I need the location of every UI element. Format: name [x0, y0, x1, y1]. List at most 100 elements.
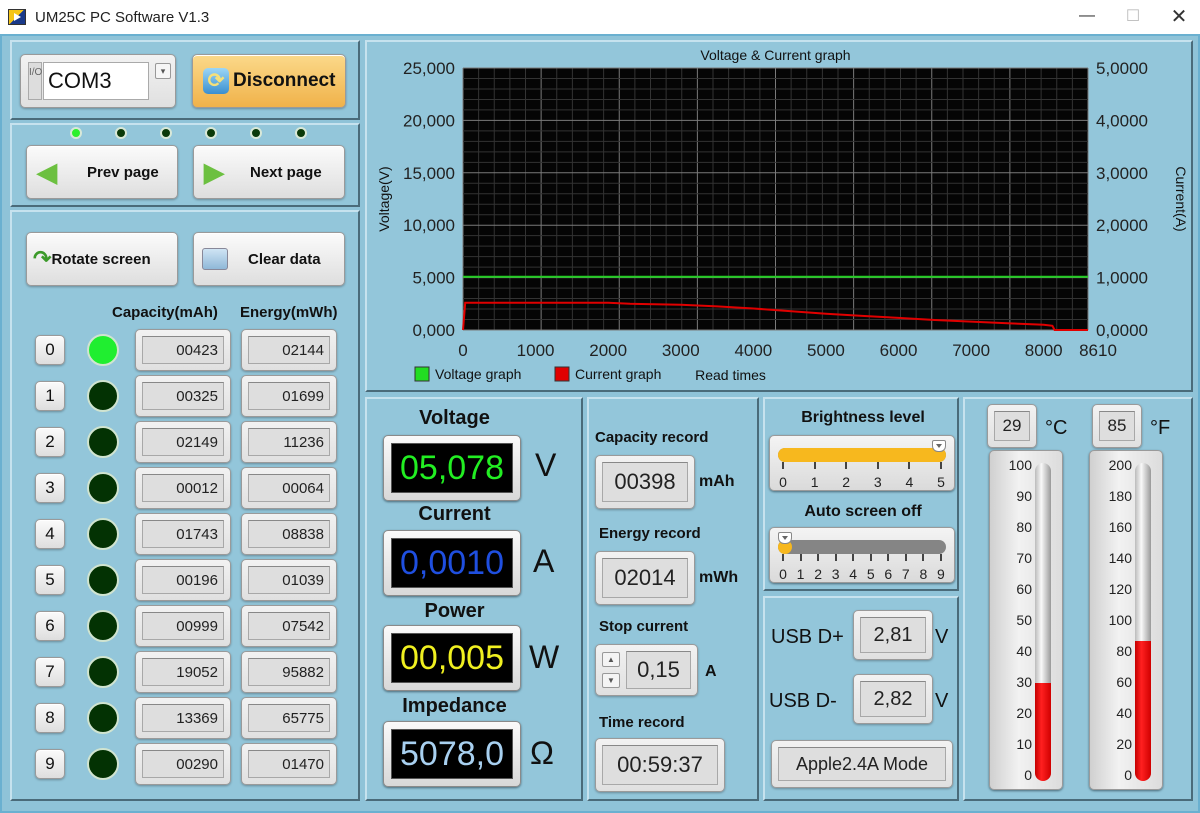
com-port-value[interactable]: COM3	[43, 62, 149, 100]
y-axis-label: Voltage(V)	[376, 166, 392, 231]
auto-off-slider[interactable]: 0123456789	[769, 527, 955, 583]
disconnect-button[interactable]: ⟳ Disconnect	[192, 54, 346, 108]
fahrenheit-value: 85	[1099, 411, 1135, 441]
group-select-button[interactable]: 2	[35, 427, 65, 457]
auto-off-tick-label: 1	[796, 554, 805, 582]
prev-page-button[interactable]: ◀ Prev page	[26, 145, 178, 199]
brightness-track[interactable]	[778, 440, 946, 462]
group-energy-field: 07542	[241, 605, 337, 647]
group-select-button[interactable]: 8	[35, 703, 65, 733]
thermometer-scale-label: 120	[1108, 581, 1132, 597]
y-axis-tick-label: 25,000	[403, 59, 455, 78]
group-select-button[interactable]: 7	[35, 657, 65, 687]
group-energy-field: 08838	[241, 513, 337, 555]
group-active-led	[87, 518, 119, 550]
x-axis-tick-label: 8000	[1025, 341, 1063, 360]
stop-current-unit: A	[705, 663, 717, 680]
group-select-button[interactable]: 1	[35, 381, 65, 411]
impedance-label: Impedance	[402, 695, 507, 717]
fahrenheit-field: 85	[1092, 404, 1142, 448]
energy-header: Energy(mWh)	[240, 304, 338, 321]
page-indicator-led	[250, 127, 262, 139]
group-energy-value: 01039	[248, 566, 330, 594]
group-select-button[interactable]: 6	[35, 611, 65, 641]
x-axis-label: Read times	[695, 367, 766, 383]
rotate-screen-label: Rotate screen	[51, 250, 151, 268]
x-axis-tick-label: 7000	[952, 341, 990, 360]
increment-button[interactable]: ▲	[602, 652, 620, 667]
stop-current-label: Stop current	[599, 618, 689, 635]
thermometer-scale-label: 80	[1016, 519, 1032, 535]
stop-current-value[interactable]: 0,15	[626, 651, 691, 689]
minimize-button[interactable]: —	[1064, 0, 1110, 32]
voltage-label: Voltage	[419, 407, 490, 429]
decrement-button[interactable]: ▼	[602, 673, 620, 688]
temperature-panel: 29 °C 85 °F 100 90 80 70 60 50 40 30 20 10 0 200 18…	[963, 397, 1193, 801]
auto-off-track[interactable]	[778, 532, 946, 554]
fahrenheit-thermometer: 200 180 160 140 120 100 80 60 40 20 0	[1089, 450, 1163, 790]
auto-off-thumb[interactable]	[778, 532, 792, 544]
time-record-value: 00:59:37	[602, 745, 718, 785]
brightness-tick-label: 3	[873, 462, 882, 490]
power-unit: W	[529, 639, 560, 675]
page-indicator-led	[70, 127, 82, 139]
group-select-button[interactable]: 4	[35, 519, 65, 549]
auto-off-tick-label: 5	[866, 554, 875, 582]
thermometer-scale-label: 70	[1016, 550, 1032, 566]
next-page-label: Next page	[250, 163, 322, 181]
brightness-fill	[778, 448, 946, 462]
x-axis-tick-label: 0	[458, 341, 467, 360]
fahrenheit-fill	[1135, 641, 1151, 781]
power-label: Power	[424, 600, 485, 622]
group-energy-value: 02144	[248, 336, 330, 364]
thermometer-scale-label: 160	[1108, 519, 1132, 535]
usb-dminus-unit: V	[935, 690, 949, 712]
group-energy-value: 95882	[248, 658, 330, 686]
refresh-icon: ⟳	[203, 68, 229, 94]
clear-data-label: Clear data	[248, 250, 321, 268]
group-energy-field: 00064	[241, 467, 337, 509]
group-active-led	[87, 702, 119, 734]
io-icon: I/O	[28, 62, 42, 100]
x-axis-tick-label: 5000	[807, 341, 845, 360]
com-port-select[interactable]: I/O COM3 ▾	[20, 54, 176, 108]
brightness-slider[interactable]: 012345	[769, 435, 955, 491]
stop-current-stepper[interactable]: ▲ ▼ 0,15	[595, 644, 698, 696]
maximize-button[interactable]: ☐	[1110, 0, 1156, 32]
y-axis-tick-label: 15,000	[403, 164, 455, 183]
next-page-button[interactable]: ▶ Next page	[193, 145, 345, 199]
celsius-value: 29	[994, 411, 1030, 441]
group-capacity-value: 13369	[142, 704, 224, 732]
close-button[interactable]: ✕	[1156, 0, 1200, 32]
rotate-screen-button[interactable]: ↷ Rotate screen	[26, 232, 178, 286]
brightness-thumb[interactable]	[932, 440, 946, 452]
thermometer-scale-label: 40	[1116, 705, 1132, 721]
group-select-button[interactable]: 3	[35, 473, 65, 503]
dropdown-arrow-icon[interactable]: ▾	[155, 63, 171, 79]
page-indicator-led	[205, 127, 217, 139]
group-capacity-value: 00196	[142, 566, 224, 594]
group-active-led	[87, 656, 119, 688]
page-indicator-led	[295, 127, 307, 139]
group-energy-value: 01470	[248, 750, 330, 778]
brightness-tick-label: 1	[810, 462, 819, 490]
clear-data-button[interactable]: Clear data	[193, 232, 345, 286]
time-record-label: Time record	[599, 714, 685, 731]
voltage-display: 05,078	[383, 435, 521, 501]
y2-axis-tick-label: 5,0000	[1096, 59, 1148, 78]
group-capacity-value: 00012	[142, 474, 224, 502]
charge-mode-value: Apple2.4A Mode	[778, 747, 946, 781]
group-select-button[interactable]: 9	[35, 749, 65, 779]
auto-off-tick-label: 7	[901, 554, 910, 582]
brightness-tick-label: 5	[937, 462, 945, 490]
group-select-button[interactable]: 0	[35, 335, 65, 365]
y2-axis-tick-label: 1,0000	[1096, 269, 1148, 288]
group-energy-field: 65775	[241, 697, 337, 739]
group-energy-field: 01039	[241, 559, 337, 601]
records-panel: Capacity record 00398 mAh Energy record …	[587, 397, 759, 801]
group-energy-field: 95882	[241, 651, 337, 693]
group-energy-field: 11236	[241, 421, 337, 463]
x-axis-tick-label: 1000	[517, 341, 555, 360]
group-select-button[interactable]: 5	[35, 565, 65, 595]
energy-record-field: 02014	[595, 551, 695, 605]
